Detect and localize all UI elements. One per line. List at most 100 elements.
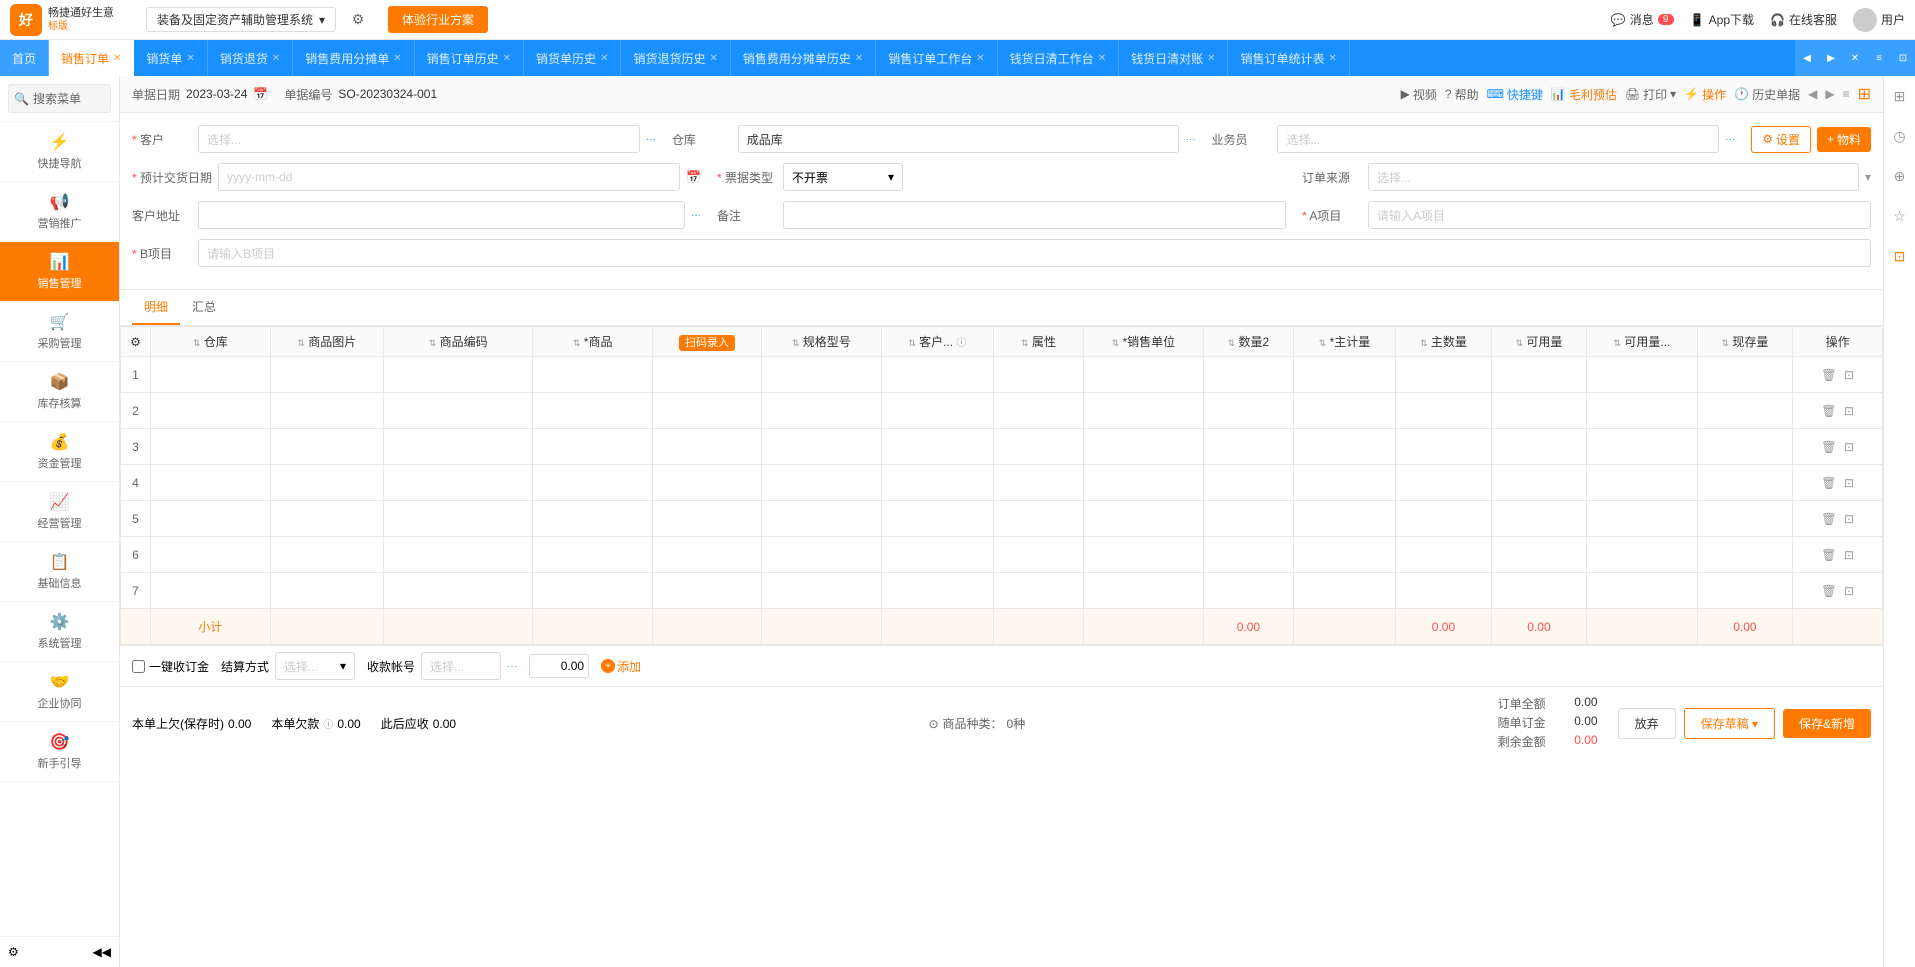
- address-more-btn[interactable]: ···: [691, 210, 701, 221]
- copy-icon[interactable]: ⊡: [1844, 440, 1854, 454]
- sidebar-item-purchase[interactable]: 🛒 采购管理: [0, 302, 119, 362]
- tab-next-btn[interactable]: ▶: [1819, 40, 1843, 76]
- th-avail[interactable]: ⇅ 可用量: [1491, 327, 1587, 357]
- tab-sales-invoice[interactable]: 销货单 ✕: [134, 40, 207, 76]
- customer-more-btn[interactable]: ···: [646, 134, 656, 145]
- help-btn[interactable]: ? 帮助: [1445, 86, 1479, 103]
- tab-sales-expense[interactable]: 销售费用分摊单 ✕: [293, 40, 414, 76]
- delete-icon[interactable]: 🗑: [1821, 584, 1836, 598]
- message-btn[interactable]: 💬 消息 9: [1611, 11, 1674, 28]
- sidebar-item-sales[interactable]: 📊 销售管理: [0, 242, 119, 302]
- th-attr[interactable]: ⇅ 属性: [994, 327, 1084, 357]
- close-icon[interactable]: ✕: [1329, 53, 1337, 64]
- info-icon[interactable]: ⓘ: [956, 338, 966, 349]
- quick-icon-3[interactable]: ⊕: [1888, 164, 1912, 188]
- search-menu-btn[interactable]: 🔍 搜索菜单: [8, 84, 111, 113]
- industry-btn[interactable]: 体验行业方案: [388, 6, 488, 33]
- table-scroll[interactable]: ⚙ ⇅ 仓库 ⇅ 商品图片 ⇅: [120, 326, 1883, 645]
- operation-btn[interactable]: ⚡ 操作: [1684, 86, 1726, 103]
- tab-expand-btn[interactable]: ⊡: [1891, 40, 1915, 76]
- profit-btn[interactable]: 📊 毛利预估: [1551, 86, 1617, 103]
- close-icon[interactable]: ✕: [600, 53, 608, 64]
- app-download-btn[interactable]: 📱 App下载: [1690, 11, 1754, 28]
- discard-btn[interactable]: 放弃: [1618, 708, 1676, 739]
- quick-icon-5[interactable]: ⊡: [1888, 244, 1912, 268]
- delete-icon[interactable]: 🗑: [1821, 548, 1836, 562]
- settings-bottom-icon[interactable]: ⚙: [8, 945, 19, 959]
- th-cust-code[interactable]: ⇅ 客户... ⓘ: [881, 327, 993, 357]
- th-avail2[interactable]: ⇅ 可用量...: [1587, 327, 1697, 357]
- shortcut-btn[interactable]: ⌨ 快捷键: [1487, 86, 1543, 103]
- remark-input[interactable]: [783, 201, 1286, 229]
- customer-input[interactable]: 选择...: [198, 125, 640, 153]
- add-material-btn[interactable]: + 物料: [1817, 127, 1871, 152]
- sidebar-item-inventory[interactable]: 📦 库存核算: [0, 362, 119, 422]
- th-settings[interactable]: ⚙: [121, 327, 151, 357]
- close-icon[interactable]: ✕: [976, 53, 984, 64]
- sidebar-item-operations[interactable]: 📈 经营管理: [0, 482, 119, 542]
- save-new-btn[interactable]: 保存&新增: [1783, 709, 1871, 738]
- scan-btn[interactable]: 扫码录入: [679, 335, 735, 351]
- one-click-checkbox-input[interactable]: [132, 660, 145, 673]
- collapse-sidebar-icon[interactable]: ◀◀: [93, 945, 111, 959]
- tab-home[interactable]: 首页: [0, 40, 49, 76]
- quick-icon-2[interactable]: ◷: [1888, 124, 1912, 148]
- history-btn[interactable]: 🕐 历史单据: [1734, 86, 1800, 103]
- order-source-input[interactable]: 选择...: [1368, 163, 1859, 191]
- delivery-date-input[interactable]: yyyy-mm-dd: [218, 163, 680, 191]
- goods-count-icon[interactable]: ⊙: [928, 717, 938, 731]
- copy-icon[interactable]: ⊡: [1844, 368, 1854, 382]
- amount-input[interactable]: [529, 654, 589, 678]
- ticket-type-select[interactable]: 不开票 ▾: [783, 163, 903, 191]
- th-main-qty[interactable]: ⇅ 主数量: [1396, 327, 1492, 357]
- project-b-input[interactable]: 请输入B项目: [198, 239, 1871, 267]
- online-service-btn[interactable]: 🎧 在线客服: [1770, 11, 1837, 28]
- tab-sales-order-history[interactable]: 销售订单历史 ✕: [415, 40, 524, 76]
- sidebar-item-system[interactable]: ⚙️ 系统管理: [0, 602, 119, 662]
- save-draft-btn[interactable]: 保存草稿 ▾: [1684, 708, 1775, 739]
- quick-icon-4[interactable]: ☆: [1888, 204, 1912, 228]
- copy-icon[interactable]: ⊡: [1844, 548, 1854, 562]
- staff-input[interactable]: 选择...: [1277, 125, 1719, 153]
- print-btn[interactable]: 🖨 打印 ▾: [1625, 86, 1676, 103]
- tab-return-history[interactable]: 销货退货历史 ✕: [621, 40, 730, 76]
- system-title[interactable]: 装备及固定资产辅助管理系统 ▾: [146, 7, 336, 32]
- settings-btn[interactable]: ⚙ 设置: [1751, 126, 1811, 153]
- th-code[interactable]: ⇅ 商品编码: [383, 327, 532, 357]
- quick-icon-1[interactable]: ⊞: [1888, 84, 1912, 108]
- address-input[interactable]: [198, 201, 685, 229]
- delete-icon[interactable]: 🗑: [1821, 368, 1836, 382]
- account-select[interactable]: 选择...: [421, 652, 501, 680]
- info-icon[interactable]: ⓘ: [323, 716, 333, 731]
- tab-order-workbench[interactable]: 销售订单工作台 ✕: [876, 40, 997, 76]
- tab-daily-reconcile[interactable]: 钱货日清对账 ✕: [1119, 40, 1228, 76]
- delete-icon[interactable]: 🗑: [1821, 512, 1836, 526]
- sidebar-item-base-info[interactable]: 📋 基础信息: [0, 542, 119, 602]
- close-icon[interactable]: ✕: [709, 53, 717, 64]
- calendar-icon[interactable]: 📅: [686, 170, 701, 184]
- project-a-input[interactable]: 请输入A项目: [1368, 201, 1871, 229]
- tab-sales-return[interactable]: 销货退货 ✕: [208, 40, 293, 76]
- warehouse-input[interactable]: 成品库: [738, 125, 1180, 153]
- sidebar-item-collab[interactable]: 🤝 企业协同: [0, 662, 119, 722]
- tab-sales-report[interactable]: 销售订单统计表 ✕: [1228, 40, 1349, 76]
- copy-icon[interactable]: ⊡: [1844, 584, 1854, 598]
- th-name[interactable]: ⇅ *商品: [533, 327, 653, 357]
- th-spec[interactable]: ⇅ 规格型号: [762, 327, 882, 357]
- calendar-icon[interactable]: 📅: [253, 87, 268, 101]
- nav-prev-icon[interactable]: ◀: [1808, 87, 1817, 101]
- tab-summary[interactable]: 汇总: [180, 290, 228, 325]
- delete-icon[interactable]: 🗑: [1821, 476, 1836, 490]
- th-warehouse[interactable]: ⇅ 仓库: [151, 327, 271, 357]
- close-icon[interactable]: ✕: [186, 53, 194, 64]
- th-main-unit[interactable]: ⇅ *主计量: [1293, 327, 1395, 357]
- th-unit[interactable]: ⇅ *销售单位: [1083, 327, 1203, 357]
- tab-daily-workbench[interactable]: 钱货日清工作台 ✕: [998, 40, 1119, 76]
- warehouse-more-btn[interactable]: ···: [1185, 134, 1195, 145]
- close-icon[interactable]: ✕: [1207, 53, 1215, 64]
- close-icon[interactable]: ✕: [393, 53, 401, 64]
- sidebar-item-guide[interactable]: 🎯 新手引导: [0, 722, 119, 782]
- list-view-icon[interactable]: ≡: [1843, 87, 1850, 101]
- th-qty2[interactable]: ⇅ 数量2: [1204, 327, 1294, 357]
- close-icon[interactable]: ✕: [272, 53, 280, 64]
